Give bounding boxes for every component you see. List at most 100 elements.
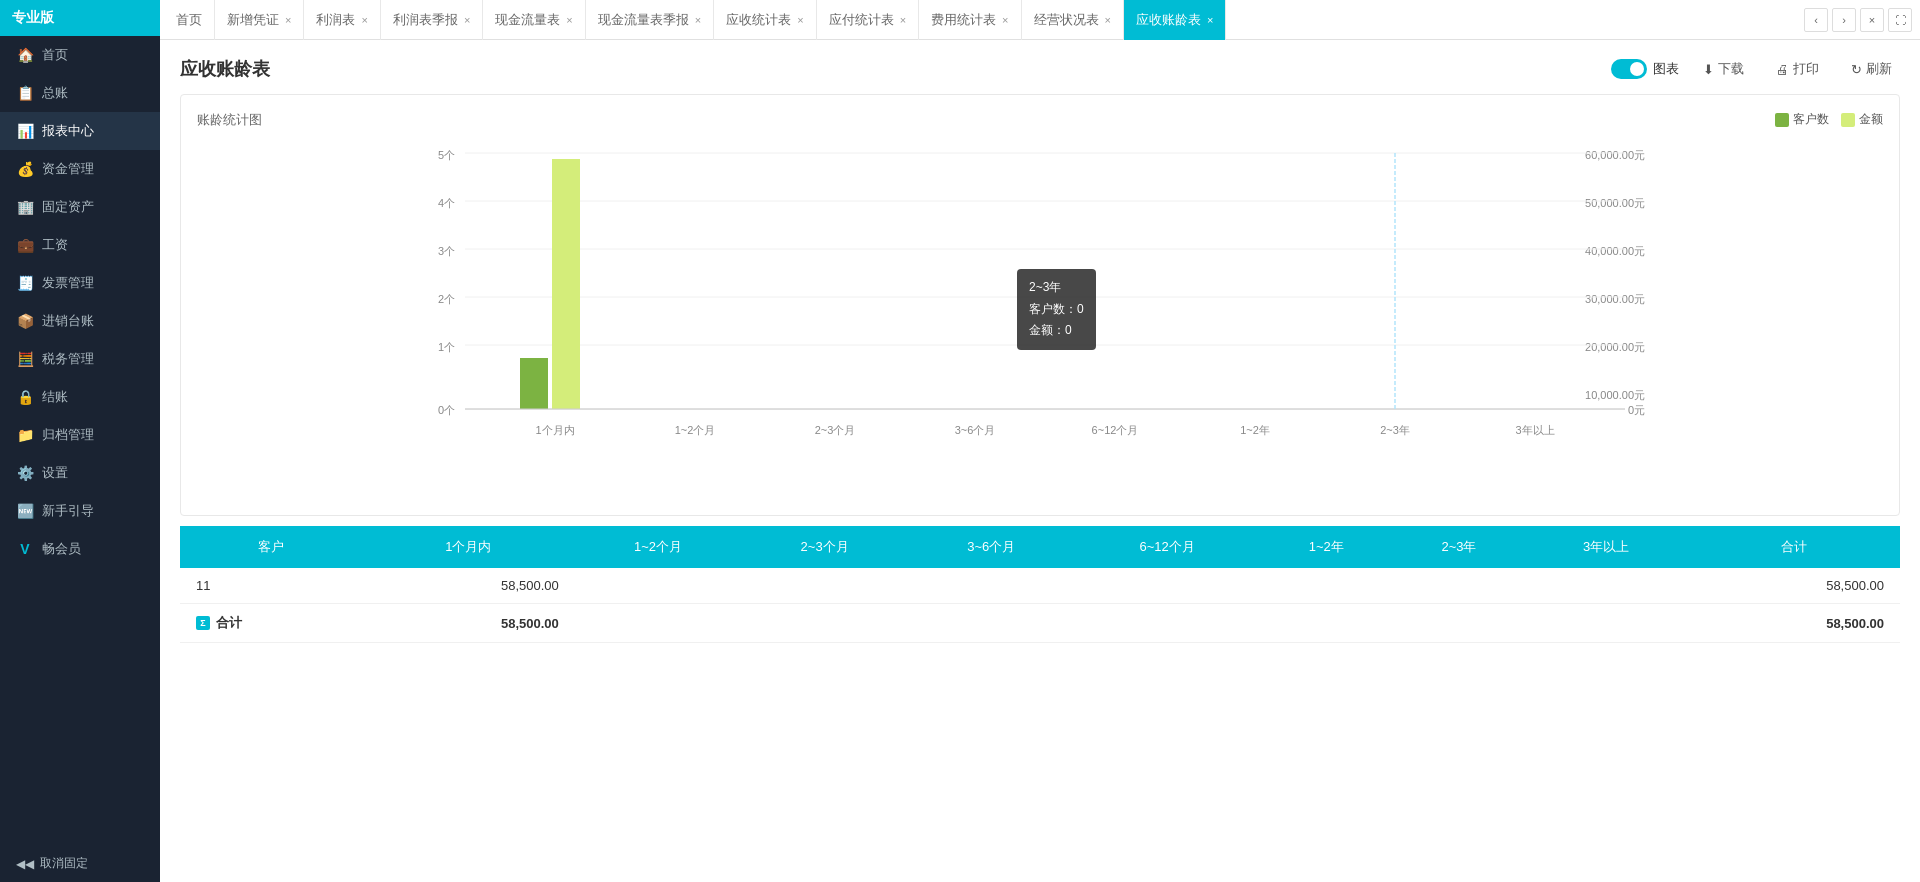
- tab-expense-stats-close[interactable]: ×: [1002, 14, 1008, 26]
- table-header-row: 客户 1个月内 1~2个月 2~3个月 3~6个月 6~12个月 1~2年 2~…: [180, 526, 1900, 568]
- chart-area: 账龄统计图 客户数 金额 5个 4个 3个 2个: [180, 94, 1900, 516]
- sidebar-item-label: 报表中心: [42, 122, 94, 140]
- download-button[interactable]: ⬇ 下载: [1695, 56, 1752, 82]
- sidebar-item-label: 结账: [42, 388, 68, 406]
- invoice-icon: 🧾: [16, 275, 34, 291]
- chart-tooltip: 2~3年 客户数：0 金额：0: [1017, 269, 1096, 350]
- sidebar-item-archive[interactable]: 📁 归档管理: [0, 416, 160, 454]
- refresh-icon: ↻: [1851, 62, 1862, 77]
- svg-text:1~2个月: 1~2个月: [675, 424, 716, 436]
- tab-ap-stats-close[interactable]: ×: [900, 14, 906, 26]
- svg-text:2~3年: 2~3年: [1380, 424, 1410, 436]
- cell-total: 58,500.00: [1687, 568, 1900, 604]
- tooltip-customers: 客户数：0: [1029, 299, 1084, 321]
- tooltip-category: 2~3年: [1029, 277, 1084, 299]
- sidebar-item-label: 发票管理: [42, 274, 94, 292]
- tab-cashflow-close[interactable]: ×: [566, 14, 572, 26]
- tab-cashflow-label: 现金流量表: [495, 11, 560, 29]
- tab-profit-close[interactable]: ×: [361, 14, 367, 26]
- tab-close-all-button[interactable]: ×: [1860, 8, 1884, 32]
- tab-cashflow-quarter[interactable]: 现金流量表季报 ×: [586, 0, 714, 40]
- sidebar-item-label: 新手引导: [42, 502, 94, 520]
- sidebar-item-invoice[interactable]: 🧾 发票管理: [0, 264, 160, 302]
- data-table: 客户 1个月内 1~2个月 2~3个月 3~6个月 6~12个月 1~2年 2~…: [180, 526, 1900, 643]
- sidebar-item-label: 税务管理: [42, 350, 94, 368]
- svg-text:1个: 1个: [438, 341, 455, 353]
- svg-text:20,000.00元: 20,000.00元: [1585, 341, 1645, 353]
- svg-text:0元: 0元: [1628, 404, 1645, 416]
- sidebar-item-tax[interactable]: 🧮 税务管理: [0, 340, 160, 378]
- tab-prev-button[interactable]: ‹: [1804, 8, 1828, 32]
- tab-home[interactable]: 首页: [164, 0, 215, 40]
- tab-profit-quarter-close[interactable]: ×: [464, 14, 470, 26]
- svg-text:30,000.00元: 30,000.00元: [1585, 293, 1645, 305]
- refresh-button[interactable]: ↻ 刷新: [1843, 56, 1900, 82]
- total-text: 合计: [216, 614, 242, 632]
- cell-year12: [1260, 568, 1393, 604]
- sidebar-item-assets[interactable]: 🏢 固定资产: [0, 188, 160, 226]
- legend-amount-color: [1841, 113, 1855, 127]
- tab-expense-stats-label: 费用统计表: [931, 11, 996, 29]
- legend-customer: 客户数: [1775, 111, 1829, 128]
- tab-biz-status-label: 经营状况表: [1034, 11, 1099, 29]
- tab-ar-stats-close[interactable]: ×: [797, 14, 803, 26]
- tab-expense-stats[interactable]: 费用统计表 ×: [919, 0, 1021, 40]
- svg-text:50,000.00元: 50,000.00元: [1585, 197, 1645, 209]
- sidebar-item-sales[interactable]: 📦 进销台账: [0, 302, 160, 340]
- sidebar-item-funds[interactable]: 💰 资金管理: [0, 150, 160, 188]
- tab-ar-aging[interactable]: 应收账龄表 ×: [1124, 0, 1226, 40]
- bar-month1-customer: [520, 358, 548, 409]
- col-customer: 客户: [180, 526, 362, 568]
- table-row: 11 58,500.00 58,500.00: [180, 568, 1900, 604]
- tab-voucher[interactable]: 新增凭证 ×: [215, 0, 304, 40]
- sidebar-item-settings[interactable]: ⚙️ 设置: [0, 454, 160, 492]
- svg-text:6~12个月: 6~12个月: [1092, 424, 1139, 436]
- sidebar-item-label: 进销台账: [42, 312, 94, 330]
- home-icon: 🏠: [16, 47, 34, 63]
- download-label: 下载: [1718, 60, 1744, 78]
- tab-home-label: 首页: [176, 11, 202, 29]
- print-button[interactable]: 🖨 打印: [1768, 56, 1827, 82]
- cell-month36: [908, 568, 1075, 604]
- tab-ar-aging-close[interactable]: ×: [1207, 14, 1213, 26]
- tab-voucher-close[interactable]: ×: [285, 14, 291, 26]
- tab-profit-label: 利润表: [316, 11, 355, 29]
- chart-legend: 客户数 金额: [1775, 111, 1883, 128]
- assets-icon: 🏢: [16, 199, 34, 215]
- unpin-button[interactable]: ◀◀ 取消固定: [0, 845, 160, 882]
- svg-text:1个月内: 1个月内: [535, 424, 574, 436]
- chart-svg-container: 5个 4个 3个 2个 1个 0个 60,000.00元 50,000.00元 …: [197, 139, 1883, 499]
- tab-next-button[interactable]: ›: [1832, 8, 1856, 32]
- tab-cashflow-quarter-label: 现金流量表季报: [598, 11, 689, 29]
- cell-month1: 58,500.00: [362, 568, 575, 604]
- tab-ar-stats[interactable]: 应收统计表 ×: [714, 0, 816, 40]
- chart-toggle-label: 图表: [1653, 60, 1679, 78]
- tab-cashflow-quarter-close[interactable]: ×: [695, 14, 701, 26]
- sales-icon: 📦: [16, 313, 34, 329]
- app-logo: 专业版: [0, 0, 160, 36]
- sidebar-item-salary[interactable]: 💼 工资: [0, 226, 160, 264]
- sidebar-item-home[interactable]: 🏠 首页: [0, 36, 160, 74]
- sidebar-item-guide[interactable]: 🆕 新手引导: [0, 492, 160, 530]
- col-year12: 1~2年: [1260, 526, 1393, 568]
- chart-toggle[interactable]: [1611, 59, 1647, 79]
- cell-total-year12: [1260, 604, 1393, 643]
- tab-profit-quarter[interactable]: 利润表季报 ×: [381, 0, 483, 40]
- tab-ap-stats[interactable]: 应付统计表 ×: [817, 0, 919, 40]
- tab-fullscreen-button[interactable]: ⛶: [1888, 8, 1912, 32]
- sidebar-item-vip[interactable]: V 畅会员: [0, 530, 160, 568]
- tab-biz-status[interactable]: 经营状况表 ×: [1022, 0, 1124, 40]
- sidebar-item-close[interactable]: 🔒 结账: [0, 378, 160, 416]
- page-content: 应收账龄表 图表 ⬇ 下载 🖨 打印 ↻ 刷新: [160, 40, 1920, 882]
- tab-profit[interactable]: 利润表 ×: [304, 0, 380, 40]
- sidebar-item-reports[interactable]: 📊 报表中心: [0, 112, 160, 150]
- col-month23: 2~3个月: [741, 526, 908, 568]
- cell-month612: [1074, 568, 1259, 604]
- tab-cashflow[interactable]: 现金流量表 ×: [483, 0, 585, 40]
- page-header: 应收账龄表 图表 ⬇ 下载 🖨 打印 ↻ 刷新: [160, 40, 1920, 94]
- unpin-icon: ◀◀: [16, 857, 34, 871]
- cell-total-total: 58,500.00: [1687, 604, 1900, 643]
- tab-biz-status-close[interactable]: ×: [1105, 14, 1111, 26]
- funds-icon: 💰: [16, 161, 34, 177]
- sidebar-item-ledger[interactable]: 📋 总账: [0, 74, 160, 112]
